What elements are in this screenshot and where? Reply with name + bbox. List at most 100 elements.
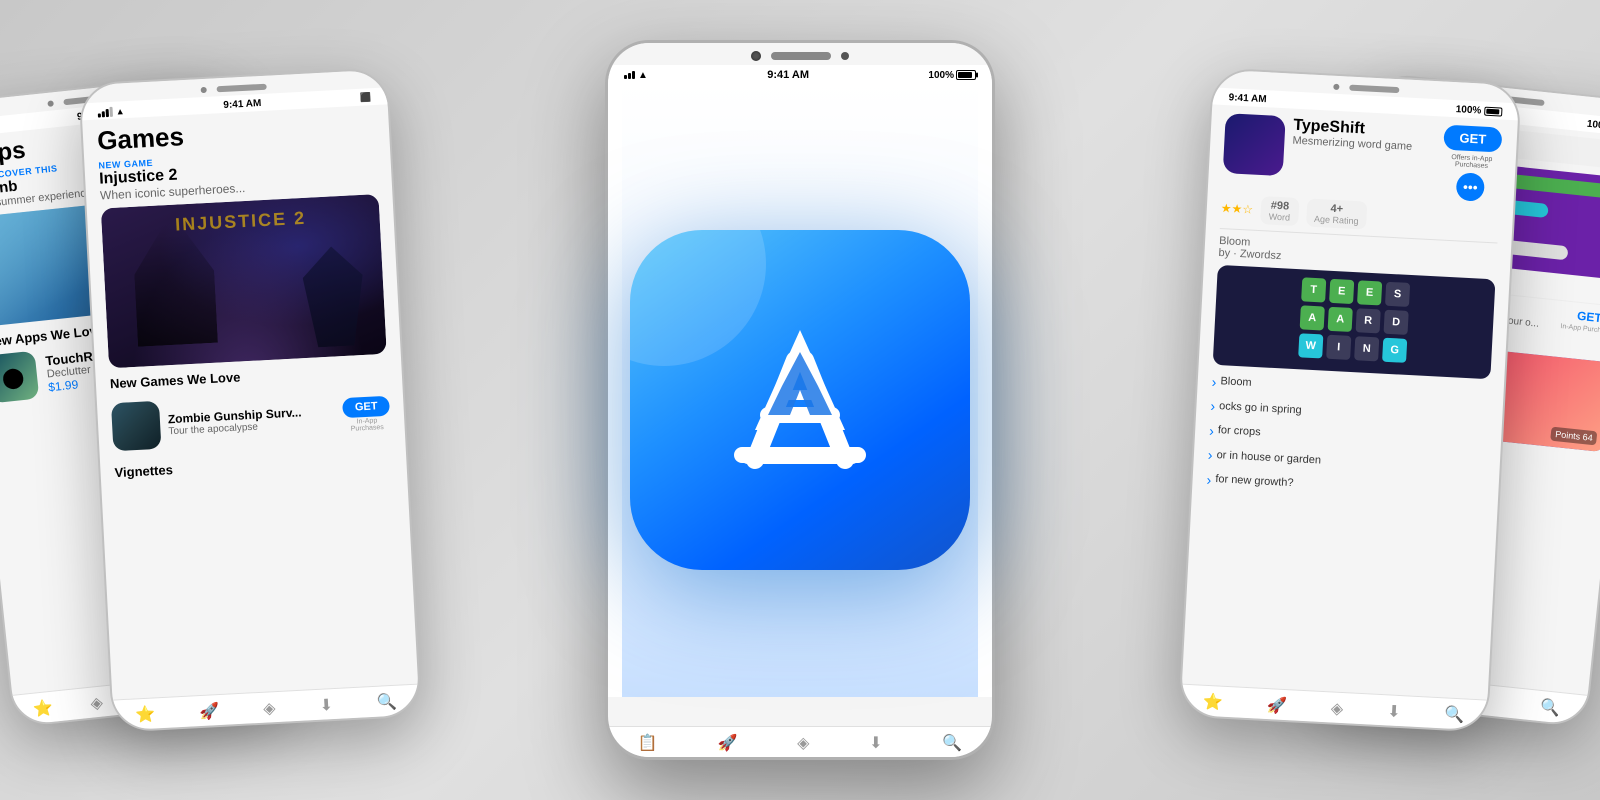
nav-fr4[interactable]: 🔍 (1539, 697, 1561, 719)
nav-featured[interactable]: ⭐ (32, 698, 54, 720)
right-battery-container: 100% (1455, 104, 1502, 117)
zombie-get-button[interactable]: GET (342, 395, 390, 417)
nav-search-l[interactable]: 🔍 (376, 692, 397, 713)
hopscotch-get-container: GET In-App Purchases (1560, 307, 1600, 336)
updates-icon: ⬇ (869, 733, 882, 753)
sensor (841, 52, 849, 60)
letter-I: I (1326, 335, 1351, 360)
typeshift-iap-label: Offers in-App Purchases (1441, 153, 1502, 170)
center-bottom-nav: 📋 🚀 ◈ ⬇ 🔍 (608, 726, 992, 757)
phone-right: 9:41 AM 100% TypeShift Mesmerizing word … (1178, 67, 1522, 732)
r3-icon: ◈ (1330, 698, 1343, 719)
apps-icon: ◈ (797, 733, 809, 753)
nav-r1[interactable]: ⭐ (1203, 692, 1224, 713)
right-battery-icon (1484, 107, 1502, 117)
typeshift-info: TypeShift Mesmerizing word game (1292, 117, 1435, 154)
injustice-image: INJUSTICE 2 (101, 194, 387, 368)
today-icon: 📋 (638, 733, 658, 753)
center-wifi-icon: ▲ (638, 70, 648, 81)
nav-games-l[interactable]: 🚀 (199, 701, 220, 722)
nav-r2[interactable]: 🚀 (1266, 695, 1287, 716)
zombie-get-container: GET In-AppPurchases (342, 395, 390, 432)
r5-icon: 🔍 (1444, 704, 1465, 725)
letter-W: W (1298, 333, 1323, 358)
appstore-icon-shape (630, 230, 970, 570)
typeshift-stars: ★★☆ (1221, 201, 1254, 217)
camera-dot-left (201, 87, 207, 93)
typeshift-more-button[interactable]: ••• (1456, 172, 1485, 201)
r1-icon: ⭐ (1203, 692, 1224, 713)
hopscotch-iap: In-App Purchases (1560, 323, 1600, 336)
batman-scene-bg: INJUSTICE 2 (101, 194, 387, 368)
battery-fill-center (958, 72, 972, 78)
letter-E2: E (1357, 280, 1382, 305)
signal-left (97, 106, 113, 117)
letter-A2: A (1328, 307, 1353, 332)
nav-today[interactable]: 📋 (638, 733, 658, 753)
letter-A: A (1300, 305, 1325, 330)
fr-battery: 100% (1586, 119, 1600, 135)
nav-apps[interactable]: ◈ (797, 733, 809, 753)
cam-right (1333, 84, 1339, 90)
nav-r4[interactable]: ⬇ (1387, 701, 1401, 722)
typeshift-actions: GET Offers in-App Purchases ••• (1440, 125, 1504, 203)
wifi-icon-left: ▲ (115, 106, 124, 116)
appstore-icon-container (630, 230, 970, 570)
letter-D: D (1384, 310, 1409, 335)
typeshift-app-icon (1223, 113, 1286, 176)
typeshift-get-button[interactable]: GET (1443, 125, 1503, 153)
typeshift-content: TypeShift Mesmerizing word game GET Offe… (1192, 112, 1517, 505)
hopscotch-get-button[interactable]: GET (1576, 309, 1600, 326)
nav-r3[interactable]: ◈ (1330, 698, 1343, 719)
r2-icon: 🚀 (1266, 695, 1287, 716)
battery-tip (976, 73, 978, 78)
nav-games[interactable]: 🚀 (717, 733, 737, 753)
letter-S: S (1385, 282, 1410, 307)
zombie-info: Zombie Gunship Surv... Tour the apocalyp… (168, 403, 336, 437)
search-icon: 🔍 (942, 733, 962, 753)
r4-icon: ⬇ (1387, 701, 1401, 722)
nav-categories[interactable]: ◈ (90, 692, 104, 713)
main-scene: ▲ 9:41 AM ⬛ Apps REDISCOVER THIS Airbnb … (0, 0, 1600, 800)
status-time-left: 9:41 AM (223, 98, 262, 111)
spk-right (1349, 85, 1399, 94)
scroll-items: ›Bloom ›ocks go in spring ›for crops ›or… (1206, 371, 1490, 505)
center-status-bar: ▲ 9:41 AM 100% (608, 65, 992, 83)
typeshift-rank: #98 Word (1260, 196, 1299, 226)
center-signal-bars (624, 71, 635, 79)
left-bottom-nav: ⭐ 🚀 ◈ ⬇ 🔍 (112, 684, 419, 731)
zombie-icon (111, 401, 161, 451)
letter-T: T (1301, 277, 1326, 302)
nav-search-c[interactable]: 🔍 (942, 733, 962, 753)
earpiece (771, 52, 831, 60)
typeshift-age: 4+ Age Rating (1306, 198, 1368, 229)
letter-E: E (1329, 279, 1354, 304)
nav-dl-l[interactable]: ⬇ (319, 695, 333, 716)
nav-r5[interactable]: 🔍 (1444, 704, 1465, 725)
letter-G: G (1382, 338, 1407, 363)
center-signal: ▲ (624, 70, 648, 81)
center-time: 9:41 AM (767, 69, 809, 81)
speaker-left (217, 84, 267, 93)
nav-featured-l[interactable]: ⭐ (135, 704, 156, 725)
right-time: 9:41 AM (1228, 92, 1267, 105)
word-letter-grid: T E E S A A R D W I N G (1213, 265, 1496, 379)
letter-R: R (1356, 308, 1381, 333)
letter-N: N (1354, 336, 1379, 361)
nav-layers-l[interactable]: ◈ (263, 698, 276, 719)
right-battery-pct: 100% (1455, 104, 1481, 116)
games-icon: 🚀 (717, 733, 737, 753)
games-content: Games NEW GAME Injustice 2 When iconic s… (82, 110, 406, 481)
appstore-logo-svg (700, 300, 900, 500)
touchretouch-icon: ⬤ (0, 351, 39, 404)
front-camera (751, 51, 761, 61)
nav-updates[interactable]: ⬇ (869, 733, 882, 753)
phone-left: ▲ 9:41 AM ⬛ Games NEW GAME Injustice 2 W… (78, 67, 422, 732)
zombie-gunship-item: Zombie Gunship Surv... Tour the apocalyp… (111, 381, 392, 459)
fr4-icon: 🔍 (1539, 697, 1561, 719)
zombie-iap-label: In-AppPurchases (350, 417, 384, 433)
battery-icon-center (956, 70, 976, 80)
right-bottom-nav: ⭐ 🚀 ◈ ⬇ 🔍 (1180, 684, 1487, 731)
camera-dot (47, 100, 54, 107)
battery-left: ⬛ (360, 92, 372, 104)
